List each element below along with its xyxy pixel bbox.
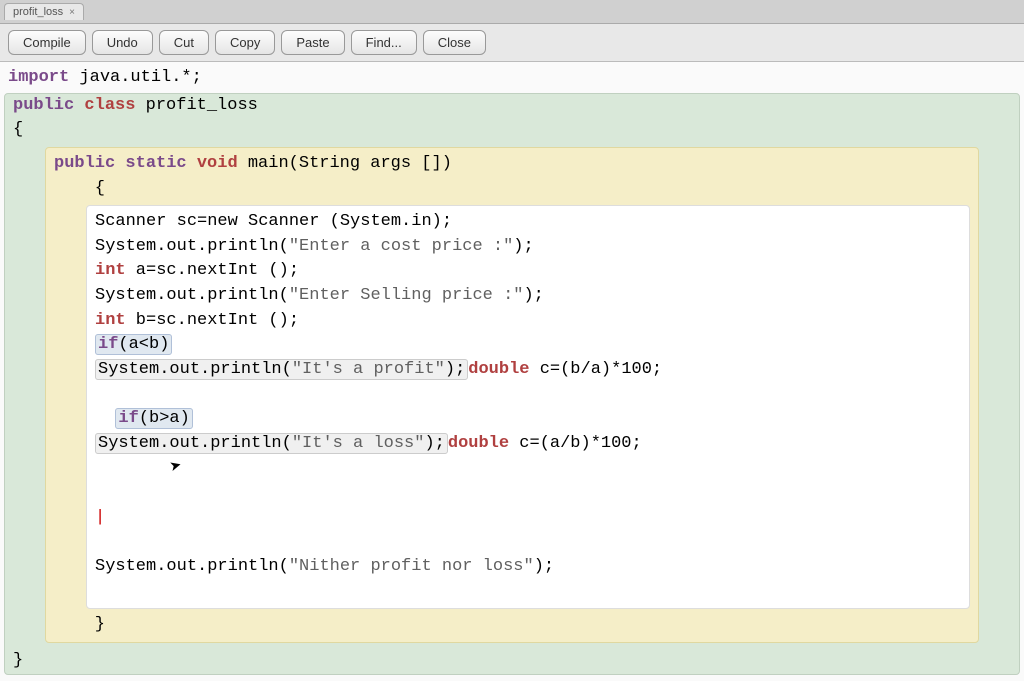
undo-button[interactable]: Undo: [92, 30, 153, 55]
code-line: System.out.println("It's a loss");double…: [87, 432, 969, 457]
file-tab[interactable]: profit_loss ×: [4, 3, 84, 20]
code-line: Scanner sc=new Scanner (System.in);: [87, 210, 969, 235]
code-line: }: [46, 613, 978, 638]
code-line: int b=sc.nextInt ();: [87, 309, 969, 334]
close-button[interactable]: Close: [423, 30, 486, 55]
paste-button[interactable]: Paste: [281, 30, 344, 55]
find-button[interactable]: Find...: [351, 30, 417, 55]
code-line: System.out.println("Enter a cost price :…: [87, 235, 969, 260]
code-line: [87, 481, 969, 506]
code-line: if(b>a): [87, 407, 969, 432]
code-line: if(a<b): [87, 333, 969, 358]
code-line: public class profit_loss: [5, 94, 1019, 119]
compile-button[interactable]: Compile: [8, 30, 86, 55]
toolbar: Compile Undo Cut Copy Paste Find... Clos…: [0, 24, 1024, 62]
copy-button[interactable]: Copy: [215, 30, 275, 55]
cut-button[interactable]: Cut: [159, 30, 209, 55]
code-line: {: [5, 118, 1019, 143]
tab-label: profit_loss: [13, 6, 63, 18]
tab-bar: profit_loss ×: [0, 0, 1024, 24]
code-line: [87, 531, 969, 556]
code-line: }: [5, 649, 1019, 674]
code-line: [87, 580, 969, 605]
body-block: Scanner sc=new Scanner (System.in); Syst…: [86, 205, 970, 609]
code-line: {: [46, 177, 978, 202]
code-editor[interactable]: import java.util.*; public class profit_…: [0, 62, 1024, 681]
method-block: public static void main(String args []) …: [45, 147, 979, 643]
code-line: [87, 457, 969, 482]
code-line: System.out.println("Nither profit nor lo…: [87, 555, 969, 580]
code-line: import java.util.*;: [0, 66, 1024, 91]
code-line: int a=sc.nextInt ();: [87, 259, 969, 284]
code-line: System.out.println("Enter Selling price …: [87, 284, 969, 309]
class-block: public class profit_loss { public static…: [4, 93, 1020, 675]
code-line: System.out.println("It's a profit");doub…: [87, 358, 969, 383]
close-icon[interactable]: ×: [69, 7, 75, 18]
code-line: [87, 383, 969, 408]
caret-line: |: [87, 506, 969, 531]
code-line: public static void main(String args []): [46, 152, 978, 177]
